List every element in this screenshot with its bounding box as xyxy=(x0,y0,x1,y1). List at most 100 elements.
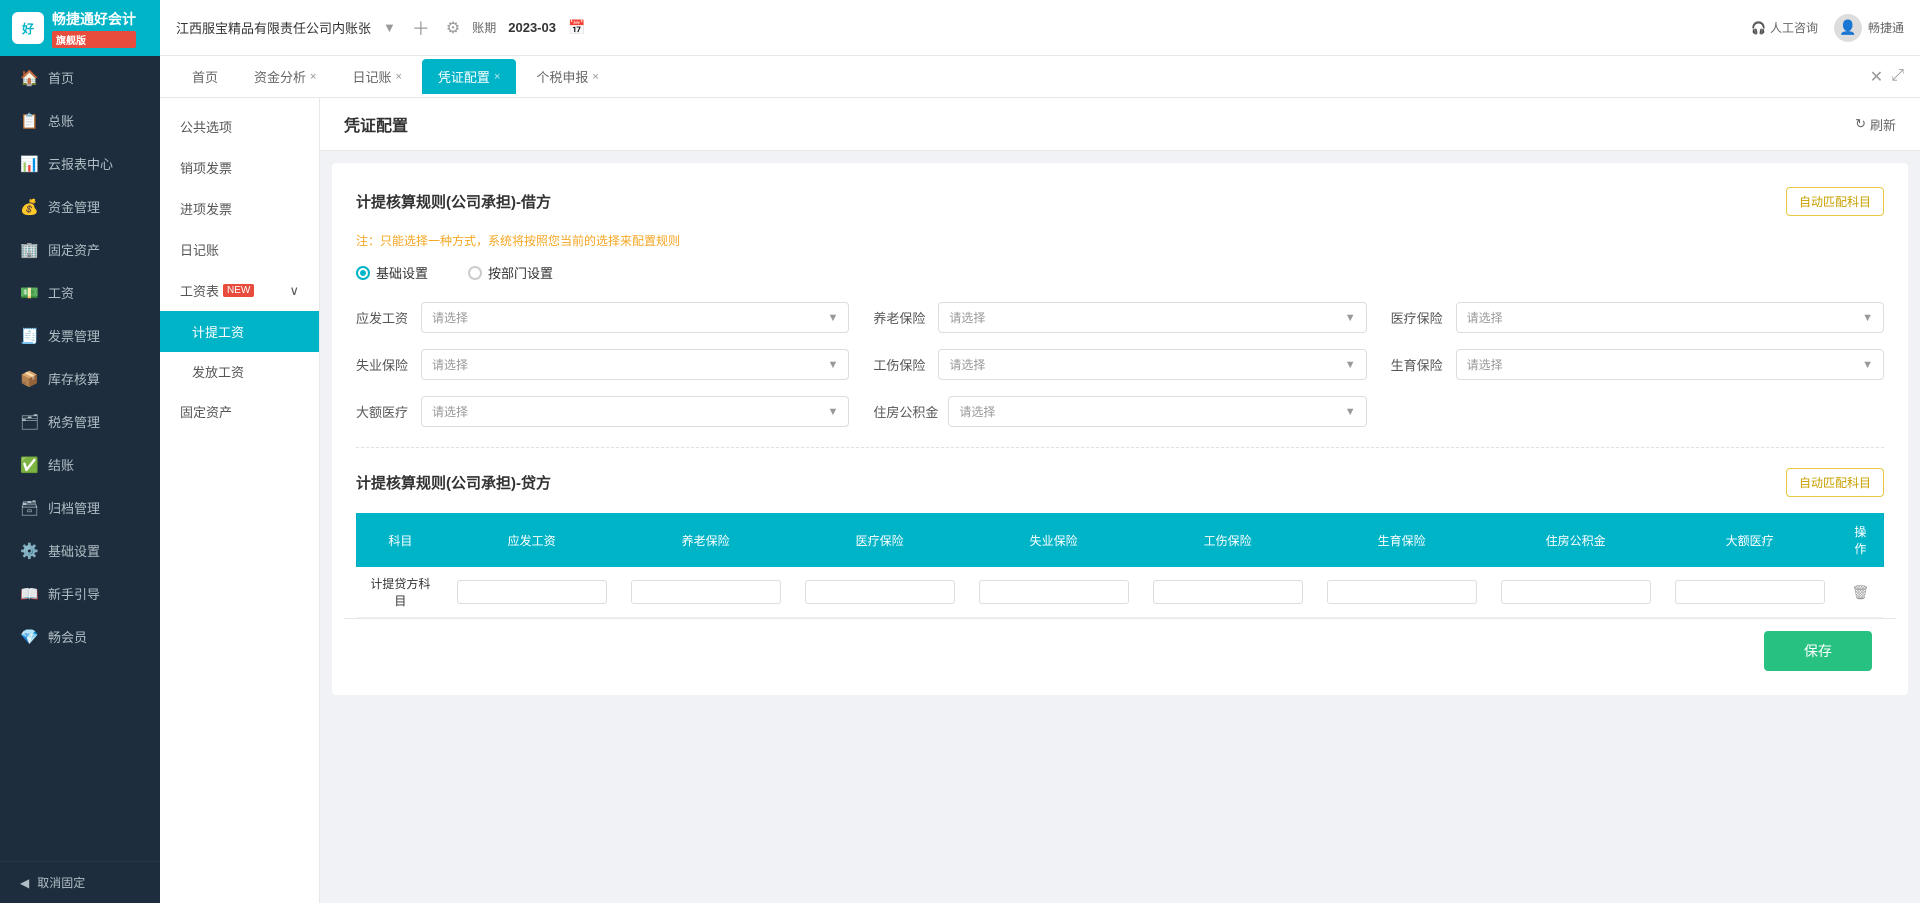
left-nav-sub-pay_salary[interactable]: 发放工资 xyxy=(160,352,319,391)
sidebar-item-home[interactable]: 🏠首页 xyxy=(0,56,160,99)
sidebar-item-tax[interactable]: 🗂税务管理 xyxy=(0,400,160,443)
tabbar-right: ✕ ⤢ xyxy=(1870,67,1904,87)
refresh-button[interactable]: ↻ 刷新 xyxy=(1855,115,1896,134)
expand-window-button[interactable]: ⤢ xyxy=(1891,67,1904,87)
input-credit-salary[interactable] xyxy=(457,580,607,604)
close-window-button[interactable]: ✕ xyxy=(1870,67,1883,87)
topbar: 江西服宝精品有限责任公司内账张 ▼ ＋ ⚙ 账期 2023-03 📅 🎧 人工咨… xyxy=(160,0,1920,56)
form-row-work-injury: 工伤保险 请选择 ▼ xyxy=(873,349,1366,380)
sidebar-label-salary: 工资 xyxy=(48,283,74,302)
select-salary-placeholder: 请选择 xyxy=(432,309,468,326)
select-maternity[interactable]: 请选择 ▼ xyxy=(1456,349,1884,380)
refresh-label: 刷新 xyxy=(1870,115,1896,134)
user-menu[interactable]: 👤 畅捷通 xyxy=(1834,14,1904,42)
cell-action[interactable]: 🗑 xyxy=(1837,567,1884,618)
select-work-injury[interactable]: 请选择 ▼ xyxy=(938,349,1366,380)
radio-dept-circle xyxy=(468,266,482,280)
left-nav-item-sales[interactable]: 销项发票 xyxy=(160,147,319,188)
save-bar: 保存 xyxy=(344,618,1896,683)
sidebar-item-ledger[interactable]: 📋总账 xyxy=(0,99,160,142)
input-credit-medical[interactable] xyxy=(805,580,955,604)
debit-section-note: 注：只能选择一种方式，系统将按照您当前的选择来配置规则 xyxy=(356,232,1884,249)
sidebar-item-reports[interactable]: 📊云报表中心 xyxy=(0,142,160,185)
radio-dept[interactable]: 按部门设置 xyxy=(468,263,553,282)
tab-home[interactable]: 首页 xyxy=(176,59,234,94)
settings-gear-icon[interactable]: ⚙ xyxy=(446,18,460,38)
page-title: 凭证配置 xyxy=(344,112,408,136)
select-unemployment-placeholder: 请选择 xyxy=(432,356,468,373)
main-area: 江西服宝精品有限责任公司内账张 ▼ ＋ ⚙ 账期 2023-03 📅 🎧 人工咨… xyxy=(160,0,1920,903)
cell-housing[interactable] xyxy=(1489,567,1663,618)
credit-auto-match-button[interactable]: 自动匹配科目 xyxy=(1786,468,1884,497)
sidebar-item-settings[interactable]: ⚙️基础设置 xyxy=(0,529,160,572)
input-credit-housing[interactable] xyxy=(1501,580,1651,604)
sidebar-icon-assets: 🏢 xyxy=(20,241,38,259)
tab-close-fund[interactable]: × xyxy=(310,71,316,83)
tab-journal[interactable]: 日记账× xyxy=(336,59,417,94)
left-nav-sub-advance_salary[interactable]: 计提工资 xyxy=(160,311,319,352)
label-maternity: 生育保险 xyxy=(1391,355,1446,374)
select-unemployment[interactable]: 请选择 ▼ xyxy=(421,349,849,380)
company-dropdown-icon[interactable]: ▼ xyxy=(383,20,396,35)
sidebar-label-closing: 结账 xyxy=(48,455,74,474)
input-credit-big-medical[interactable] xyxy=(1675,580,1825,604)
tab-close-journal[interactable]: × xyxy=(395,71,401,83)
tab-label-fund: 资金分析 xyxy=(254,67,306,86)
col-maternity: 生育保险 xyxy=(1315,513,1489,567)
radio-basic-circle xyxy=(356,266,370,280)
sidebar-item-invoice[interactable]: 🧾发票管理 xyxy=(0,314,160,357)
debit-auto-match-button[interactable]: 自动匹配科目 xyxy=(1786,187,1884,216)
period-value[interactable]: 2023-03 xyxy=(508,20,556,35)
sidebar-item-assets[interactable]: 🏢固定资产 xyxy=(0,228,160,271)
cell-salary[interactable] xyxy=(445,567,619,618)
tab-label-tax: 个税申报 xyxy=(536,67,588,86)
tab-voucher[interactable]: 凭证配置× xyxy=(422,59,516,94)
main-panel: 计提核算规则(公司承担)-借方 自动匹配科目 注：只能选择一种方式，系统将按照您… xyxy=(332,163,1908,695)
support-button[interactable]: 🎧 人工咨询 xyxy=(1751,19,1818,36)
sidebar-item-inventory[interactable]: 📦库存核算 xyxy=(0,357,160,400)
select-big-medical[interactable]: 请选择 ▼ xyxy=(421,396,849,427)
save-button[interactable]: 保存 xyxy=(1764,631,1872,671)
sidebar-item-guide[interactable]: 📖新手引导 xyxy=(0,572,160,615)
cell-pension[interactable] xyxy=(619,567,793,618)
calendar-icon[interactable]: 📅 xyxy=(568,19,585,36)
select-maternity-placeholder: 请选择 xyxy=(1467,356,1503,373)
left-nav-item-journal[interactable]: 日记账 xyxy=(160,229,319,270)
input-credit-unemployment[interactable] xyxy=(979,580,1129,604)
input-credit-maternity[interactable] xyxy=(1327,580,1477,604)
input-credit-pension[interactable] xyxy=(631,580,781,604)
cell-maternity[interactable] xyxy=(1315,567,1489,618)
cell-medical[interactable] xyxy=(793,567,967,618)
sidebar-icon-reports: 📊 xyxy=(20,155,38,173)
select-pension[interactable]: 请选择 ▼ xyxy=(938,302,1366,333)
tab-fund[interactable]: 资金分析 × xyxy=(238,59,332,94)
delete-row-button[interactable]: 🗑 xyxy=(1851,584,1869,600)
cell-big-medical[interactable] xyxy=(1663,567,1837,618)
input-credit-work-injury[interactable] xyxy=(1153,580,1303,604)
left-nav-item-purchase[interactable]: 进项发票 xyxy=(160,188,319,229)
cell-work-injury[interactable] xyxy=(1141,567,1315,618)
sidebar-item-archive[interactable]: 🗃归档管理 xyxy=(0,486,160,529)
col-action: 操作 xyxy=(1837,513,1884,567)
add-tab-button[interactable]: ＋ xyxy=(408,15,434,41)
tab-tax[interactable]: 个税申报 × xyxy=(520,59,614,94)
radio-basic[interactable]: 基础设置 xyxy=(356,263,428,282)
select-housing[interactable]: 请选择 ▼ xyxy=(948,396,1366,427)
sidebar-item-vip[interactable]: 💎畅会员 xyxy=(0,615,160,658)
sidebar-item-closing[interactable]: ✅结账 xyxy=(0,443,160,486)
tab-close-tax[interactable]: × xyxy=(592,71,598,83)
sidebar-item-funds[interactable]: 💰资金管理 xyxy=(0,185,160,228)
select-pension-placeholder: 请选择 xyxy=(949,309,985,326)
select-salary[interactable]: 请选择 ▼ xyxy=(421,302,849,333)
cell-unemployment[interactable] xyxy=(967,567,1141,618)
sidebar: 好 畅捷通好会计 旗舰版 🏠首页📋总账📊云报表中心💰资金管理🏢固定资产💵工资🧾发… xyxy=(0,0,160,903)
debit-section: 计提核算规则(公司承担)-借方 自动匹配科目 注：只能选择一种方式，系统将按照您… xyxy=(356,187,1884,427)
left-nav-item-fixed_assets[interactable]: 固定资产 xyxy=(160,391,319,432)
sidebar-item-salary[interactable]: 💵工资 xyxy=(0,271,160,314)
left-nav-item-salary_table[interactable]: 工资表NEW∨ xyxy=(160,270,319,311)
select-medical[interactable]: 请选择 ▼ xyxy=(1456,302,1884,333)
left-nav-item-public[interactable]: 公共选项 xyxy=(160,106,319,147)
cancel-pin-button[interactable]: ◀ 取消固定 xyxy=(0,861,160,903)
label-medical: 医疗保险 xyxy=(1391,308,1446,327)
tab-close-voucher[interactable]: × xyxy=(494,71,500,83)
